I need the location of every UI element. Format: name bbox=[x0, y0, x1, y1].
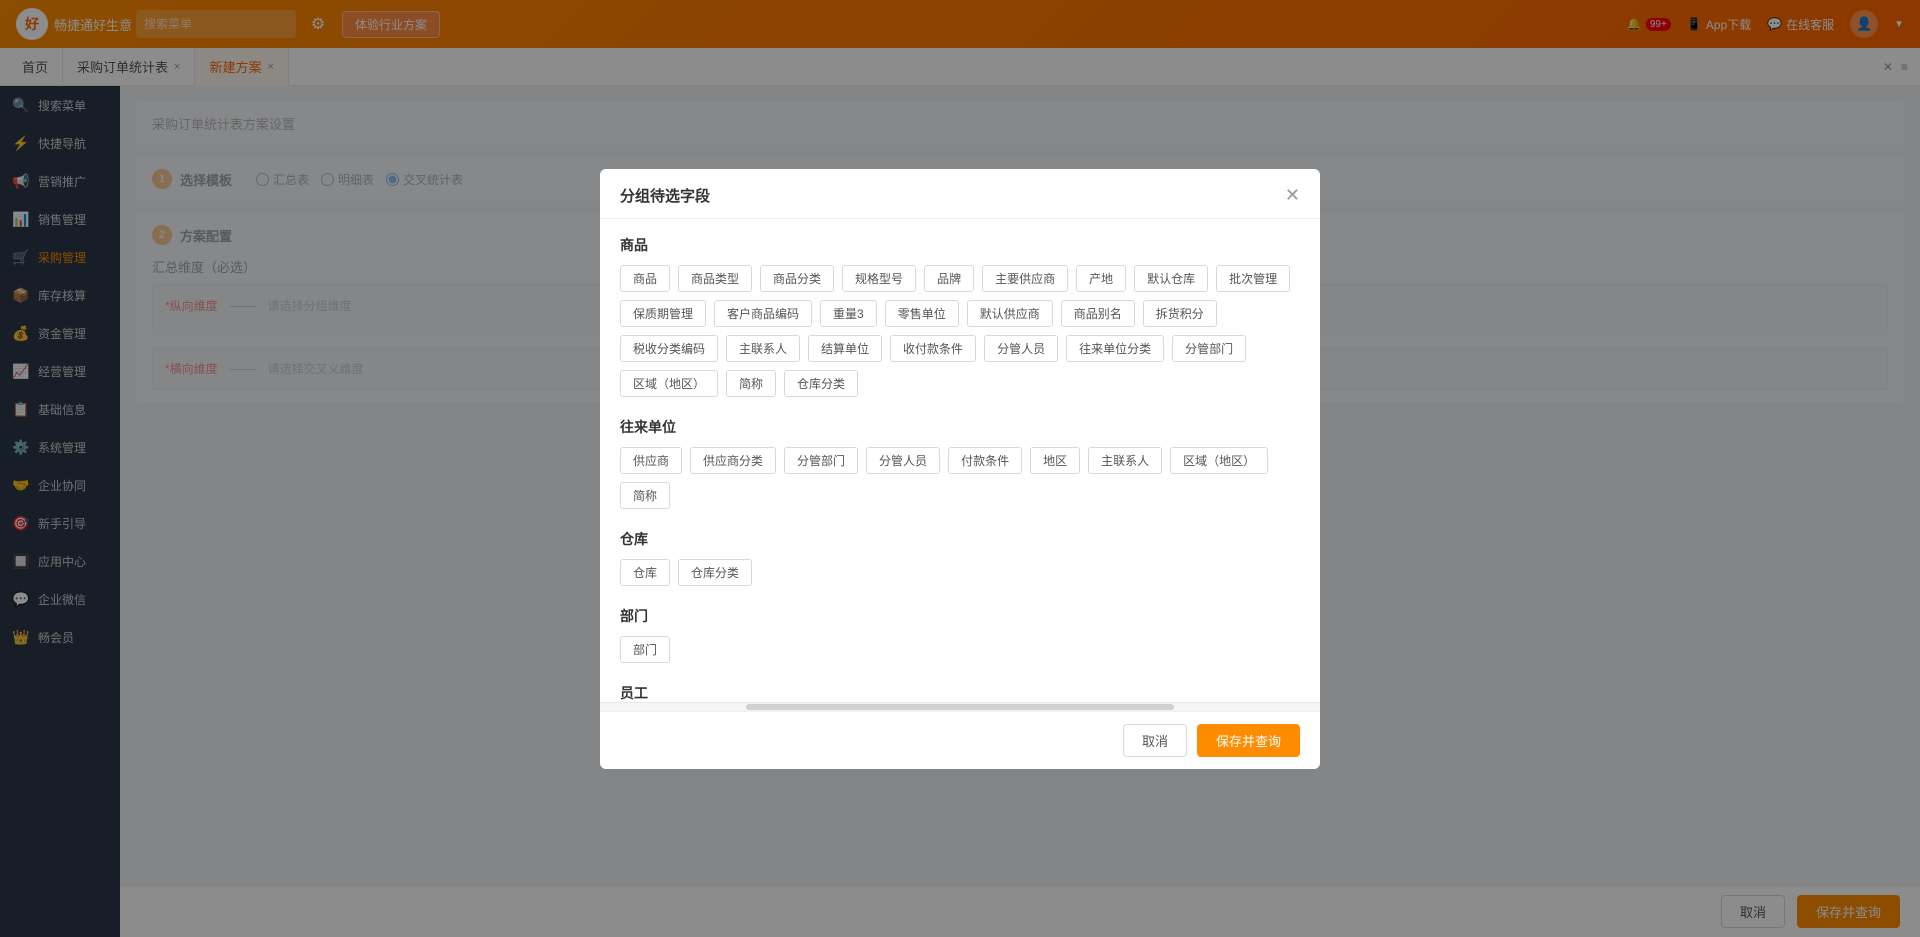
field-selection-modal: 分组待选字段 ✕ 商品 商品 商品类型 商品分类 规格型号 品牌 主要供应商 产… bbox=[600, 169, 1320, 769]
modal-close-icon[interactable]: ✕ bbox=[1285, 185, 1300, 206]
field-tag-weight[interactable]: 重量3 bbox=[820, 300, 877, 327]
department-field-tags: 部门 bbox=[620, 636, 1300, 663]
field-tag-supplier-category[interactable]: 供应商分类 bbox=[690, 447, 776, 474]
field-tag-managing-dept[interactable]: 分管部门 bbox=[1172, 335, 1246, 362]
field-tag-short-name[interactable]: 简称 bbox=[726, 370, 776, 397]
modal-overlay: 分组待选字段 ✕ 商品 商品 商品类型 商品分类 规格型号 品牌 主要供应商 产… bbox=[0, 0, 1920, 937]
field-tag-spec-model[interactable]: 规格型号 bbox=[842, 265, 916, 292]
field-tag-department[interactable]: 部门 bbox=[620, 636, 670, 663]
field-tag-payment-terms[interactable]: 收付款条件 bbox=[890, 335, 976, 362]
field-tag-region2[interactable]: 区域（地区） bbox=[1170, 447, 1268, 474]
warehouse-field-tags: 仓库 仓库分类 bbox=[620, 559, 1300, 586]
field-tag-settlement-unit[interactable]: 结算单位 bbox=[808, 335, 882, 362]
field-tag-default-supplier[interactable]: 默认供应商 bbox=[967, 300, 1053, 327]
field-tag-warehouse-category[interactable]: 仓库分类 bbox=[784, 370, 858, 397]
field-tag-product-category[interactable]: 商品分类 bbox=[760, 265, 834, 292]
field-tag-main-contact2[interactable]: 主联系人 bbox=[1088, 447, 1162, 474]
field-tag-main-contact[interactable]: 主联系人 bbox=[726, 335, 800, 362]
field-tag-origin[interactable]: 产地 bbox=[1076, 265, 1126, 292]
field-tag-region[interactable]: 区域（地区） bbox=[620, 370, 718, 397]
field-tag-warehouse[interactable]: 仓库 bbox=[620, 559, 670, 586]
department-section-title: 部门 bbox=[620, 606, 1300, 626]
partner-field-tags: 供应商 供应商分类 分管部门 分管人员 付款条件 地区 主联系人 区域（地区） … bbox=[620, 447, 1300, 509]
modal-title: 分组待选字段 bbox=[620, 185, 710, 206]
field-tag-product[interactable]: 商品 bbox=[620, 265, 670, 292]
field-tag-default-warehouse[interactable]: 默认仓库 bbox=[1134, 265, 1208, 292]
modal-body: 商品 商品 商品类型 商品分类 规格型号 品牌 主要供应商 产地 默认仓库 批次… bbox=[600, 219, 1320, 702]
field-tag-shelf-life[interactable]: 保质期管理 bbox=[620, 300, 706, 327]
field-tag-batch-mgmt[interactable]: 批次管理 bbox=[1216, 265, 1290, 292]
department-section: 部门 部门 bbox=[620, 606, 1300, 663]
field-tag-dept[interactable]: 分管部门 bbox=[784, 447, 858, 474]
modal-footer: 取消 保存并查询 bbox=[600, 711, 1320, 769]
field-tag-split-points[interactable]: 拆货积分 bbox=[1143, 300, 1217, 327]
product-field-tags: 商品 商品类型 商品分类 规格型号 品牌 主要供应商 产地 默认仓库 批次管理 … bbox=[620, 265, 1300, 397]
field-tag-partner-category[interactable]: 往来单位分类 bbox=[1066, 335, 1164, 362]
employee-section-title: 员工 bbox=[620, 683, 1300, 702]
warehouse-section-title: 仓库 bbox=[620, 529, 1300, 549]
modal-confirm-button[interactable]: 保存并查询 bbox=[1197, 724, 1300, 757]
employee-section: 员工 业务员 bbox=[620, 683, 1300, 702]
field-tag-product-type[interactable]: 商品类型 bbox=[678, 265, 752, 292]
field-tag-abbr[interactable]: 简称 bbox=[620, 482, 670, 509]
field-tag-main-supplier[interactable]: 主要供应商 bbox=[982, 265, 1068, 292]
product-section-title: 商品 bbox=[620, 235, 1300, 255]
field-tag-area[interactable]: 地区 bbox=[1030, 447, 1080, 474]
field-tag-staff[interactable]: 分管人员 bbox=[866, 447, 940, 474]
field-tag-tax-code[interactable]: 税收分类编码 bbox=[620, 335, 718, 362]
field-tag-product-alias[interactable]: 商品别名 bbox=[1061, 300, 1135, 327]
partner-section: 往来单位 供应商 供应商分类 分管部门 分管人员 付款条件 地区 主联系人 区域… bbox=[620, 417, 1300, 509]
field-tag-supplier[interactable]: 供应商 bbox=[620, 447, 682, 474]
product-section: 商品 商品 商品类型 商品分类 规格型号 品牌 主要供应商 产地 默认仓库 批次… bbox=[620, 235, 1300, 397]
field-tag-brand[interactable]: 品牌 bbox=[924, 265, 974, 292]
field-tag-payment-cond[interactable]: 付款条件 bbox=[948, 447, 1022, 474]
modal-hscrollbar[interactable] bbox=[600, 702, 1320, 711]
modal-cancel-button[interactable]: 取消 bbox=[1123, 724, 1187, 757]
field-tag-manager[interactable]: 分管人员 bbox=[984, 335, 1058, 362]
hscroll-track bbox=[746, 704, 1173, 710]
field-tag-customer-code[interactable]: 客户商品编码 bbox=[714, 300, 812, 327]
warehouse-section: 仓库 仓库 仓库分类 bbox=[620, 529, 1300, 586]
partner-section-title: 往来单位 bbox=[620, 417, 1300, 437]
modal-header: 分组待选字段 ✕ bbox=[600, 169, 1320, 219]
field-tag-retail-unit[interactable]: 零售单位 bbox=[885, 300, 959, 327]
field-tag-warehouse-cat[interactable]: 仓库分类 bbox=[678, 559, 752, 586]
